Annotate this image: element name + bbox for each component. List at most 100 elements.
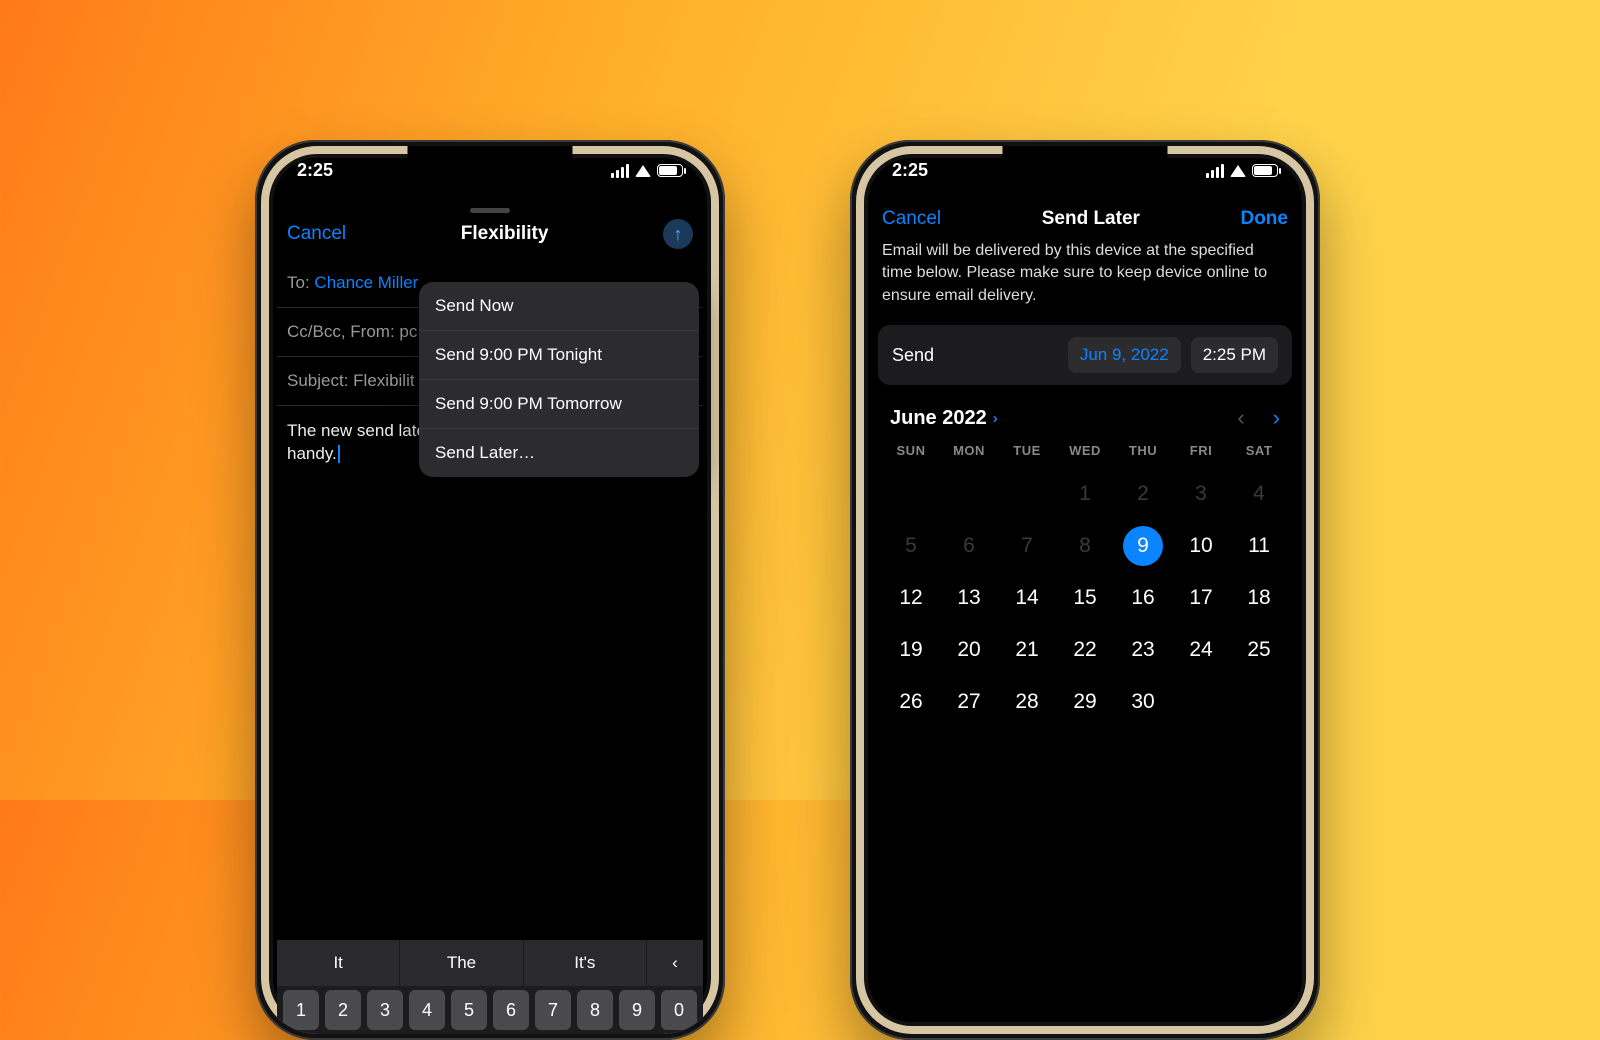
battery-icon [1252, 164, 1278, 177]
key-3[interactable]: 3 [367, 990, 403, 1030]
text-cursor [338, 445, 340, 463]
dow-wed: WED [1056, 443, 1114, 458]
battery-icon [657, 164, 683, 177]
screen-right: 2:25 Cancel Send Later Done Email will b… [856, 146, 1314, 1034]
calendar-day[interactable]: 24 [1172, 624, 1230, 676]
calendar-day[interactable]: 20 [940, 624, 998, 676]
to-value[interactable]: Chance Miller [314, 273, 418, 292]
dow-mon: MON [940, 443, 998, 458]
keyboard-collapse-button[interactable]: ‹ [647, 940, 703, 986]
subject-label: Subject: [287, 371, 348, 390]
subject-value: Flexibilit [353, 371, 414, 390]
calendar-day[interactable]: 4 [1230, 468, 1288, 520]
chevron-right-icon: › [993, 410, 998, 427]
calendar-day[interactable]: 9 [1114, 520, 1172, 572]
wifi-icon [635, 165, 651, 177]
calendar-day[interactable]: 27 [940, 676, 998, 728]
dow-thu: THU [1114, 443, 1172, 458]
calendar-day[interactable]: 23 [1114, 624, 1172, 676]
to-label: To: [287, 273, 310, 292]
send-menu-popover: Send Now Send 9:00 PM Tonight Send 9:00 … [419, 282, 699, 477]
calendar-grid: 1234567891011121314151617181920212223242… [872, 468, 1298, 728]
calendar-day[interactable]: 8 [1056, 520, 1114, 572]
send-later-sheet: Cancel Send Later Done Email will be del… [872, 202, 1298, 1034]
calendar-day[interactable]: 17 [1172, 572, 1230, 624]
signal-icon [1206, 164, 1224, 178]
compose-navbar: Cancel Flexibility ↑ [277, 213, 703, 259]
status-icons [611, 164, 683, 178]
key-7[interactable]: 7 [535, 990, 571, 1030]
key-1[interactable]: 1 [283, 990, 319, 1030]
signal-icon [611, 164, 629, 178]
prev-month-button[interactable]: ‹ [1237, 405, 1244, 431]
done-button[interactable]: Done [1240, 208, 1288, 230]
month-label: June 2022 [890, 407, 987, 430]
menu-send-tomorrow[interactable]: Send 9:00 PM Tomorrow [419, 380, 699, 429]
month-picker[interactable]: June 2022 › [890, 407, 998, 430]
suggestion-2[interactable]: The [400, 940, 523, 986]
suggestion-3[interactable]: It's [524, 940, 647, 986]
menu-send-later[interactable]: Send Later… [419, 429, 699, 477]
date-chip[interactable]: Jun 9, 2022 [1068, 337, 1181, 373]
next-month-button[interactable]: › [1273, 405, 1280, 431]
calendar-day[interactable]: 3 [1172, 468, 1230, 520]
compose-sheet: Cancel Flexibility ↑ To: Chance Miller C… [277, 202, 703, 1034]
status-time: 2:25 [892, 160, 928, 181]
calendar-day[interactable]: 26 [882, 676, 940, 728]
calendar-day[interactable]: 13 [940, 572, 998, 624]
calendar-day[interactable]: 16 [1114, 572, 1172, 624]
key-6[interactable]: 6 [493, 990, 529, 1030]
send-later-title: Send Later [1042, 208, 1140, 230]
calendar-day[interactable]: 10 [1172, 520, 1230, 572]
key-4[interactable]: 4 [409, 990, 445, 1030]
cancel-button[interactable]: Cancel [882, 208, 941, 230]
menu-send-now[interactable]: Send Now [419, 282, 699, 331]
send-button[interactable]: ↑ [663, 219, 693, 249]
dow-tue: TUE [998, 443, 1056, 458]
calendar-day[interactable]: 11 [1230, 520, 1288, 572]
ccbcc-value: pc [399, 322, 417, 341]
time-chip[interactable]: 2:25 PM [1191, 337, 1278, 373]
calendar-day[interactable]: 5 [882, 520, 940, 572]
suggestion-1[interactable]: It [277, 940, 400, 986]
keyboard-number-row: 1 2 3 4 5 6 7 8 9 0 [277, 986, 703, 1034]
phone-left: 2:25 Cancel Flexibility ↑ To: Chance Mil… [255, 140, 725, 1040]
key-2[interactable]: 2 [325, 990, 361, 1030]
arrow-up-icon: ↑ [673, 224, 682, 245]
calendar-header: June 2022 › ‹ › [872, 385, 1298, 437]
key-9[interactable]: 9 [619, 990, 655, 1030]
calendar-day[interactable]: 14 [998, 572, 1056, 624]
calendar-day[interactable]: 22 [1056, 624, 1114, 676]
calendar-day[interactable]: 29 [1056, 676, 1114, 728]
calendar-day[interactable]: 25 [1230, 624, 1288, 676]
calendar-day[interactable]: 2 [1114, 468, 1172, 520]
calendar-day[interactable]: 6 [940, 520, 998, 572]
calendar-day [1172, 676, 1230, 728]
dow-sat: SAT [1230, 443, 1288, 458]
calendar-day[interactable]: 28 [998, 676, 1056, 728]
cancel-button[interactable]: Cancel [287, 223, 346, 245]
notch [408, 146, 573, 178]
calendar-day[interactable]: 19 [882, 624, 940, 676]
calendar-day[interactable]: 12 [882, 572, 940, 624]
calendar-day [940, 468, 998, 520]
calendar-day[interactable]: 1 [1056, 468, 1114, 520]
send-later-description: Email will be delivered by this device a… [872, 240, 1298, 325]
calendar-day[interactable]: 7 [998, 520, 1056, 572]
send-label: Send [892, 345, 1058, 366]
menu-send-tonight[interactable]: Send 9:00 PM Tonight [419, 331, 699, 380]
calendar-day[interactable]: 21 [998, 624, 1056, 676]
key-8[interactable]: 8 [577, 990, 613, 1030]
status-time: 2:25 [297, 160, 333, 181]
send-later-navbar: Cancel Send Later Done [872, 202, 1298, 240]
status-icons [1206, 164, 1278, 178]
key-0[interactable]: 0 [661, 990, 697, 1030]
calendar-day [1230, 676, 1288, 728]
dow-fri: FRI [1172, 443, 1230, 458]
calendar-day[interactable]: 30 [1114, 676, 1172, 728]
calendar-day[interactable]: 15 [1056, 572, 1114, 624]
key-5[interactable]: 5 [451, 990, 487, 1030]
weekday-header: SUN MON TUE WED THU FRI SAT [872, 437, 1298, 468]
calendar-day[interactable]: 18 [1230, 572, 1288, 624]
keyboard-suggestions: It The It's ‹ [277, 940, 703, 986]
